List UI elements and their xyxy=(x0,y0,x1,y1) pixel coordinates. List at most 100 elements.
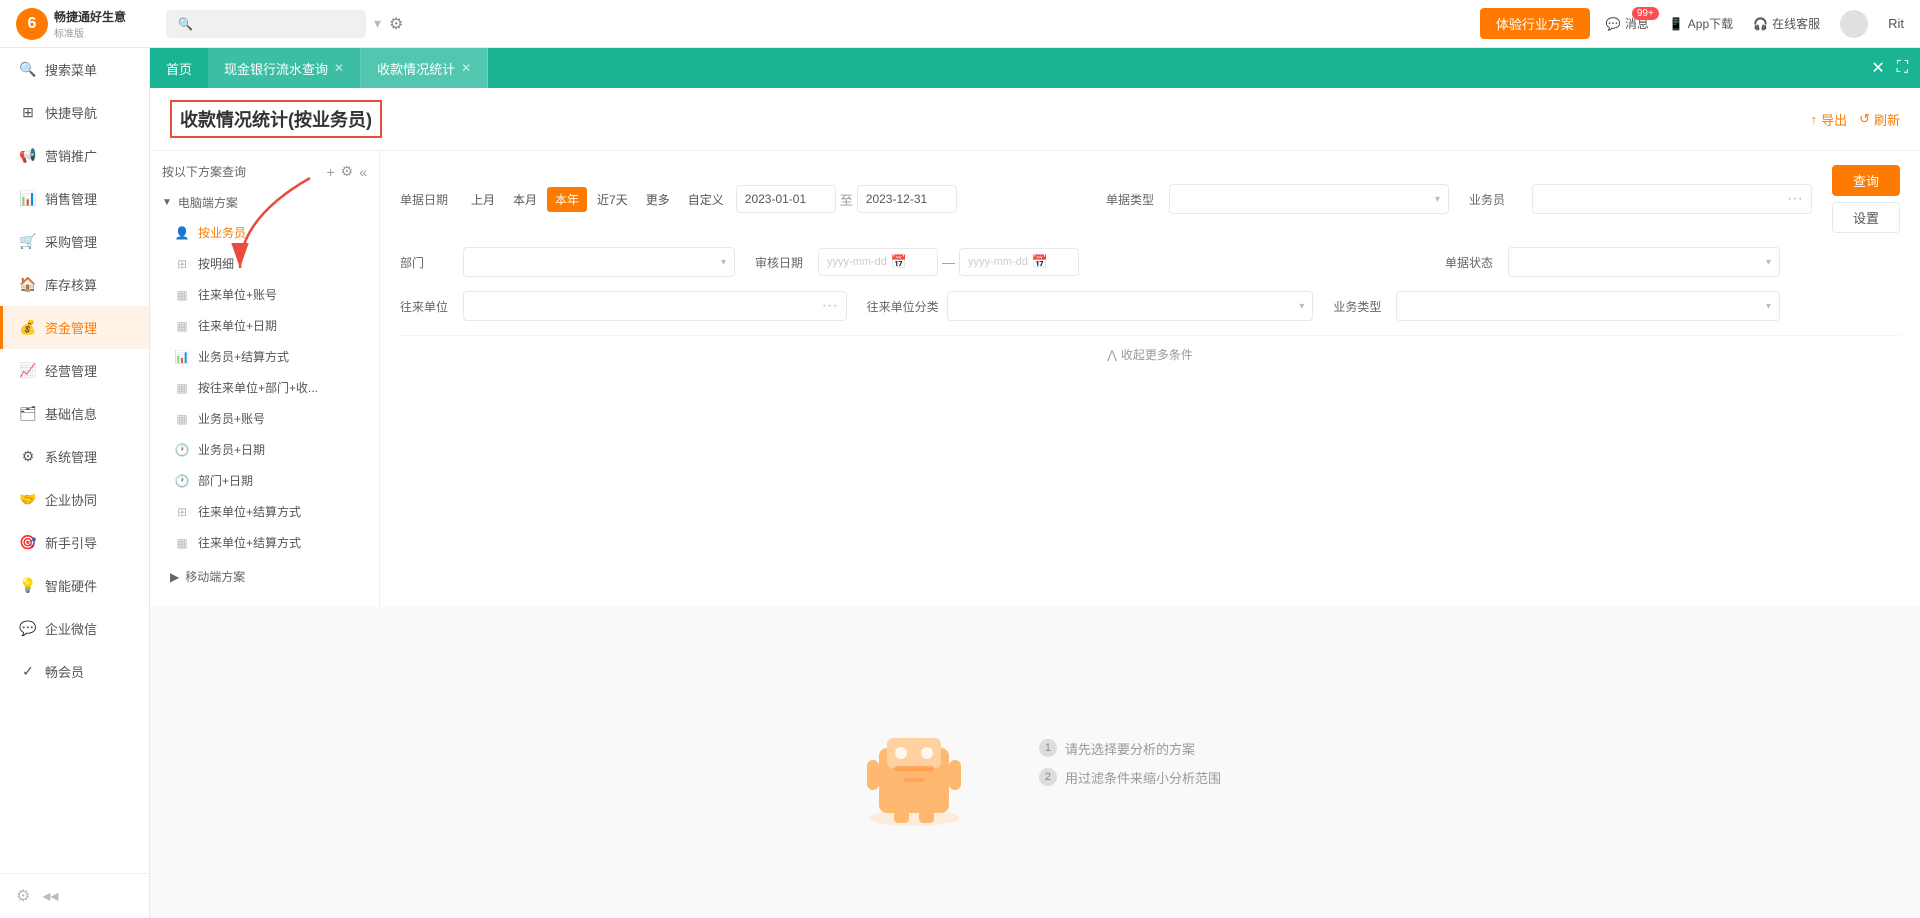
scheme-collapse-icon[interactable]: « xyxy=(359,164,367,180)
query-button[interactable]: 查询 xyxy=(1832,165,1900,196)
top-actions: 体验行业方案 💬 消息 99+ 📱 App下载 🎧 在线客服 Rit xyxy=(1480,8,1904,39)
tab-bank-statement[interactable]: 现金银行流水查询 ✕ xyxy=(208,48,361,88)
scheme-item-partner-account[interactable]: ▦ 往来单位+账号 xyxy=(150,279,379,310)
sidebar-item-finance[interactable]: 💰 资金管理 xyxy=(0,306,149,349)
scheme-item-partner-date[interactable]: ▦ 往来单位+日期 xyxy=(150,310,379,341)
settings-gear-icon[interactable]: ⚙ xyxy=(389,14,403,34)
partner-more-icon[interactable]: ··· xyxy=(822,297,838,315)
tab-home[interactable]: 首页 xyxy=(150,48,208,88)
scheme-mobile-header[interactable]: ▶ 移动端方案 xyxy=(150,562,379,591)
docstatus-label: 单据状态 xyxy=(1445,254,1500,271)
sidebar-item-enterprise[interactable]: 🤝 企业协同 xyxy=(0,478,149,521)
partner-type-label: 往来单位分类 xyxy=(867,298,939,315)
docstatus-select[interactable]: ▾ xyxy=(1508,247,1780,277)
tab-maximize-icon[interactable]: ⛶ xyxy=(1897,59,1908,77)
sidebar-item-quicknav[interactable]: ⊞ 快捷导航 xyxy=(0,91,149,134)
scheme-item-dept-date[interactable]: 🕐 部门+日期 xyxy=(150,465,379,496)
scheme-item-label-pa: 往来单位+账号 xyxy=(198,286,277,303)
scheme-setting-icon[interactable]: ⚙ xyxy=(341,163,354,180)
date-label: 单据日期 xyxy=(400,191,455,208)
sidebar-item-member[interactable]: ✓ 畅会员 xyxy=(0,650,149,693)
scheme-item-icon-pdc: ▦ xyxy=(174,380,190,396)
date-divider: 至 xyxy=(840,190,853,209)
sidebar-item-guide[interactable]: 🎯 新手引导 xyxy=(0,521,149,564)
trial-button[interactable]: 体验行业方案 xyxy=(1480,8,1590,39)
sidebar-item-sales-label: 销售管理 xyxy=(45,189,97,208)
filter-item-partner: 往来单位 ··· xyxy=(400,291,847,321)
scheme-item-label-detail: 按明细 xyxy=(198,255,234,272)
purchase-icon: 🛒 xyxy=(19,233,37,251)
sidebar-item-basicinfo[interactable]: 🗂 基础信息 xyxy=(0,392,149,435)
date-tab-this-month[interactable]: 本月 xyxy=(505,187,545,212)
sidebar-item-sales[interactable]: 📊 销售管理 xyxy=(0,177,149,220)
top-search-box[interactable]: 🔍 xyxy=(166,10,366,38)
date-tab-custom[interactable]: 自定义 xyxy=(680,187,732,212)
collapse-bar[interactable]: ⋀ 收起更多条件 xyxy=(400,335,1900,373)
salesman-more-icon[interactable]: ··· xyxy=(1787,190,1803,208)
sidebar-item-marketing[interactable]: 📢 营销推广 xyxy=(0,134,149,177)
online-service-item[interactable]: 🎧 在线客服 xyxy=(1753,15,1820,32)
scheme-desktop-label: 电脑端方案 xyxy=(178,194,238,211)
date-tab-last-month[interactable]: 上月 xyxy=(463,187,503,212)
scheme-item-salesman-date[interactable]: 🕐 业务员+日期 xyxy=(150,434,379,465)
date-tab-7days[interactable]: 近7天 xyxy=(589,187,636,212)
audit-to-calendar-icon: 📅 xyxy=(1032,254,1048,270)
partner-select[interactable]: ··· xyxy=(463,291,847,321)
sidebar-item-system[interactable]: ⚙ 系统管理 xyxy=(0,435,149,478)
tab-collection-stats[interactable]: 收款情况统计 ✕ xyxy=(361,48,488,88)
tab-bank-statement-close[interactable]: ✕ xyxy=(334,61,344,75)
empty-state: 1 请先选择要分析的方案 2 用过滤条件来缩小分析范围 xyxy=(150,607,1920,918)
desktop-arrow-icon: ▼ xyxy=(162,197,172,208)
sidebar-item-search[interactable]: 🔍 搜索菜单 xyxy=(0,48,149,91)
dropdown-arrow-icon[interactable]: ▾ xyxy=(374,15,381,32)
smarthw-icon: 💡 xyxy=(19,577,37,595)
audit-to-input[interactable]: yyyy-mm-dd 📅 xyxy=(959,248,1079,276)
app-download-item[interactable]: 📱 App下载 xyxy=(1669,15,1733,32)
refresh-button[interactable]: ↺ 刷新 xyxy=(1859,110,1900,129)
scheme-desktop-header[interactable]: ▼ 电脑端方案 xyxy=(150,188,379,217)
finance-icon: 💰 xyxy=(19,319,37,337)
collapse-label: 收起更多条件 xyxy=(1121,346,1193,363)
audit-from-input[interactable]: yyyy-mm-dd 📅 xyxy=(818,248,938,276)
content-area: 首页 现金银行流水查询 ✕ 收款情况统计 ✕ ✕ ⛶ 收款情况统计(按业务员) … xyxy=(150,48,1920,918)
scheme-item-partner-dept[interactable]: ▦ 按往来单位+部门+收... xyxy=(150,372,379,403)
date-tab-this-year[interactable]: 本年 xyxy=(547,187,587,212)
partner-type-select[interactable]: ▾ xyxy=(947,291,1314,321)
export-icon: ↑ xyxy=(1811,112,1818,127)
sidebar-collapse-icon[interactable]: ◂◂ xyxy=(42,886,58,906)
notification-item[interactable]: 💬 消息 99+ xyxy=(1606,15,1649,32)
search-icon: 🔍 xyxy=(19,61,37,79)
biztype-select[interactable]: ▾ xyxy=(1396,291,1780,321)
scheme-add-icon[interactable]: + xyxy=(326,164,334,180)
dept-select[interactable]: ▾ xyxy=(463,247,735,277)
sidebar-item-inventory[interactable]: 🏠 库存核算 xyxy=(0,263,149,306)
user-avatar[interactable] xyxy=(1840,10,1868,38)
tab-close-all-icon[interactable]: ✕ xyxy=(1871,58,1884,78)
partner-label: 往来单位 xyxy=(400,298,455,315)
date-from-input[interactable]: 2023-01-01 xyxy=(736,185,836,213)
notification-icon: 💬 xyxy=(1606,17,1621,31)
scheme-item-partner-payment2[interactable]: ▦ 往来单位+结算方式 xyxy=(150,527,379,558)
scheme-item-by-salesman[interactable]: 👤 按业务员 xyxy=(150,217,379,248)
filter-item-doctype: 单据类型 ▾ xyxy=(1106,184,1449,214)
scheme-item-by-detail[interactable]: ⊞ 按明细 xyxy=(150,248,379,279)
date-to-input[interactable]: 2023-12-31 xyxy=(857,185,957,213)
sidebar-item-operations[interactable]: 📈 经营管理 xyxy=(0,349,149,392)
filter-item-partner-type: 往来单位分类 ▾ xyxy=(867,291,1314,321)
salesman-select[interactable]: ··· xyxy=(1532,184,1812,214)
sidebar-item-wechat[interactable]: 💬 企业微信 xyxy=(0,607,149,650)
doctype-select[interactable]: ▾ xyxy=(1169,184,1449,214)
scheme-item-salesman-payment[interactable]: 📊 业务员+结算方式 xyxy=(150,341,379,372)
tab-collection-stats-close[interactable]: ✕ xyxy=(461,61,471,75)
export-button[interactable]: ↑ 导出 xyxy=(1811,110,1848,129)
scheme-item-salesman-account[interactable]: ▦ 业务员+账号 xyxy=(150,403,379,434)
sidebar-settings-icon[interactable]: ⚙ xyxy=(16,886,30,906)
filter-item-salesman: 业务员 ··· xyxy=(1469,184,1812,214)
date-tab-more[interactable]: 更多 xyxy=(638,187,678,212)
biztype-chevron-icon: ▾ xyxy=(1766,301,1771,312)
scheme-item-partner-payment1[interactable]: ⊞ 往来单位+结算方式 xyxy=(150,496,379,527)
sidebar-item-purchase[interactable]: 🛒 采购管理 xyxy=(0,220,149,263)
date-to-value: 2023-12-31 xyxy=(866,192,927,206)
settings-button[interactable]: 设置 xyxy=(1832,202,1900,233)
sidebar-item-smarthw[interactable]: 💡 智能硬件 xyxy=(0,564,149,607)
